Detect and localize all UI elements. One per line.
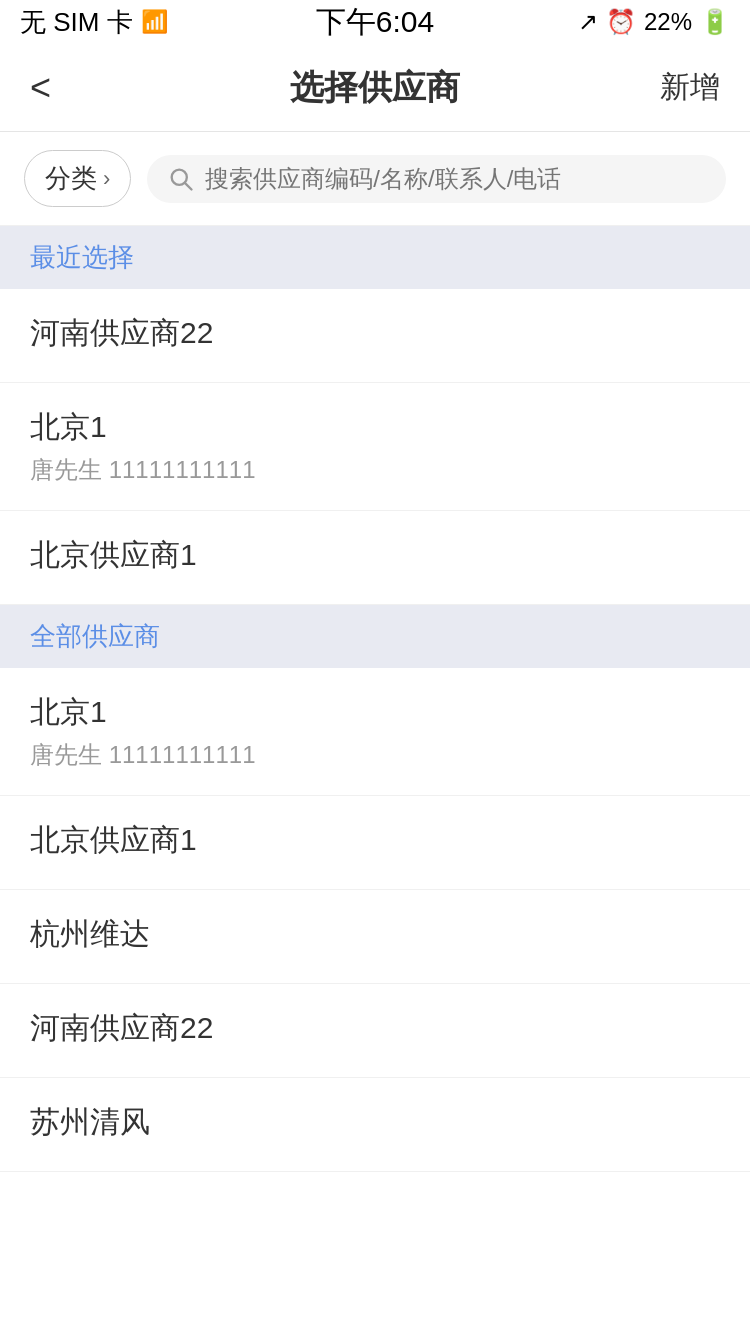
wifi-icon: 📶 — [141, 9, 168, 35]
category-button[interactable]: 分类 › — [24, 150, 131, 207]
status-left: 无 SIM 卡 📶 — [20, 5, 168, 40]
all-section-header: 全部供应商 — [0, 605, 750, 668]
item-name: 河南供应商22 — [30, 313, 720, 354]
nav-bar: < 选择供应商 新增 — [0, 44, 750, 132]
item-name: 北京供应商1 — [30, 535, 720, 576]
recent-list: 河南供应商22 北京1 唐先生 11111111111 北京供应商1 — [0, 289, 750, 605]
page-title: 选择供应商 — [90, 65, 660, 111]
item-name: 北京1 — [30, 692, 720, 733]
list-item[interactable]: 河南供应商22 — [0, 289, 750, 383]
no-sim-text: 无 SIM 卡 — [20, 5, 133, 40]
list-item[interactable]: 河南供应商22 — [0, 984, 750, 1078]
chevron-right-icon: › — [103, 166, 110, 192]
item-name: 河南供应商22 — [30, 1008, 720, 1049]
battery-text: 22% — [644, 8, 692, 36]
item-sub: 唐先生 11111111111 — [30, 454, 720, 486]
status-time: 下午6:04 — [316, 2, 434, 43]
search-input-wrap[interactable] — [147, 155, 726, 203]
list-item[interactable]: 北京供应商1 — [0, 796, 750, 890]
battery-icon: 🔋 — [700, 8, 730, 36]
alarm-icon: ⏰ — [606, 8, 636, 36]
item-sub: 唐先生 11111111111 — [30, 739, 720, 771]
item-name: 北京供应商1 — [30, 820, 720, 861]
search-row: 分类 › — [0, 132, 750, 226]
list-item[interactable]: 北京供应商1 — [0, 511, 750, 605]
back-button[interactable]: < — [30, 67, 90, 109]
search-icon — [167, 165, 195, 193]
list-item[interactable]: 北京1 唐先生 11111111111 — [0, 668, 750, 796]
svg-line-1 — [185, 183, 191, 189]
item-name: 北京1 — [30, 407, 720, 448]
recent-section-header: 最近选择 — [0, 226, 750, 289]
all-list: 北京1 唐先生 11111111111 北京供应商1 杭州维达河南供应商22 苏州清风 — [0, 668, 750, 1172]
search-input[interactable] — [205, 165, 706, 193]
list-item[interactable]: 杭州维达 — [0, 890, 750, 984]
item-name: 苏州清风 — [30, 1102, 720, 1143]
status-bar: 无 SIM 卡 📶 下午6:04 ↗ ⏰ 22% 🔋 — [0, 0, 750, 44]
list-item[interactable]: 北京1 唐先生 11111111111 — [0, 383, 750, 511]
add-button[interactable]: 新增 — [660, 67, 720, 108]
item-name: 杭州维达 — [30, 914, 720, 955]
category-label: 分类 — [45, 161, 97, 196]
list-item[interactable]: 苏州清风 — [0, 1078, 750, 1172]
location-icon: ↗ — [578, 8, 598, 36]
status-right: ↗ ⏰ 22% 🔋 — [578, 8, 730, 36]
